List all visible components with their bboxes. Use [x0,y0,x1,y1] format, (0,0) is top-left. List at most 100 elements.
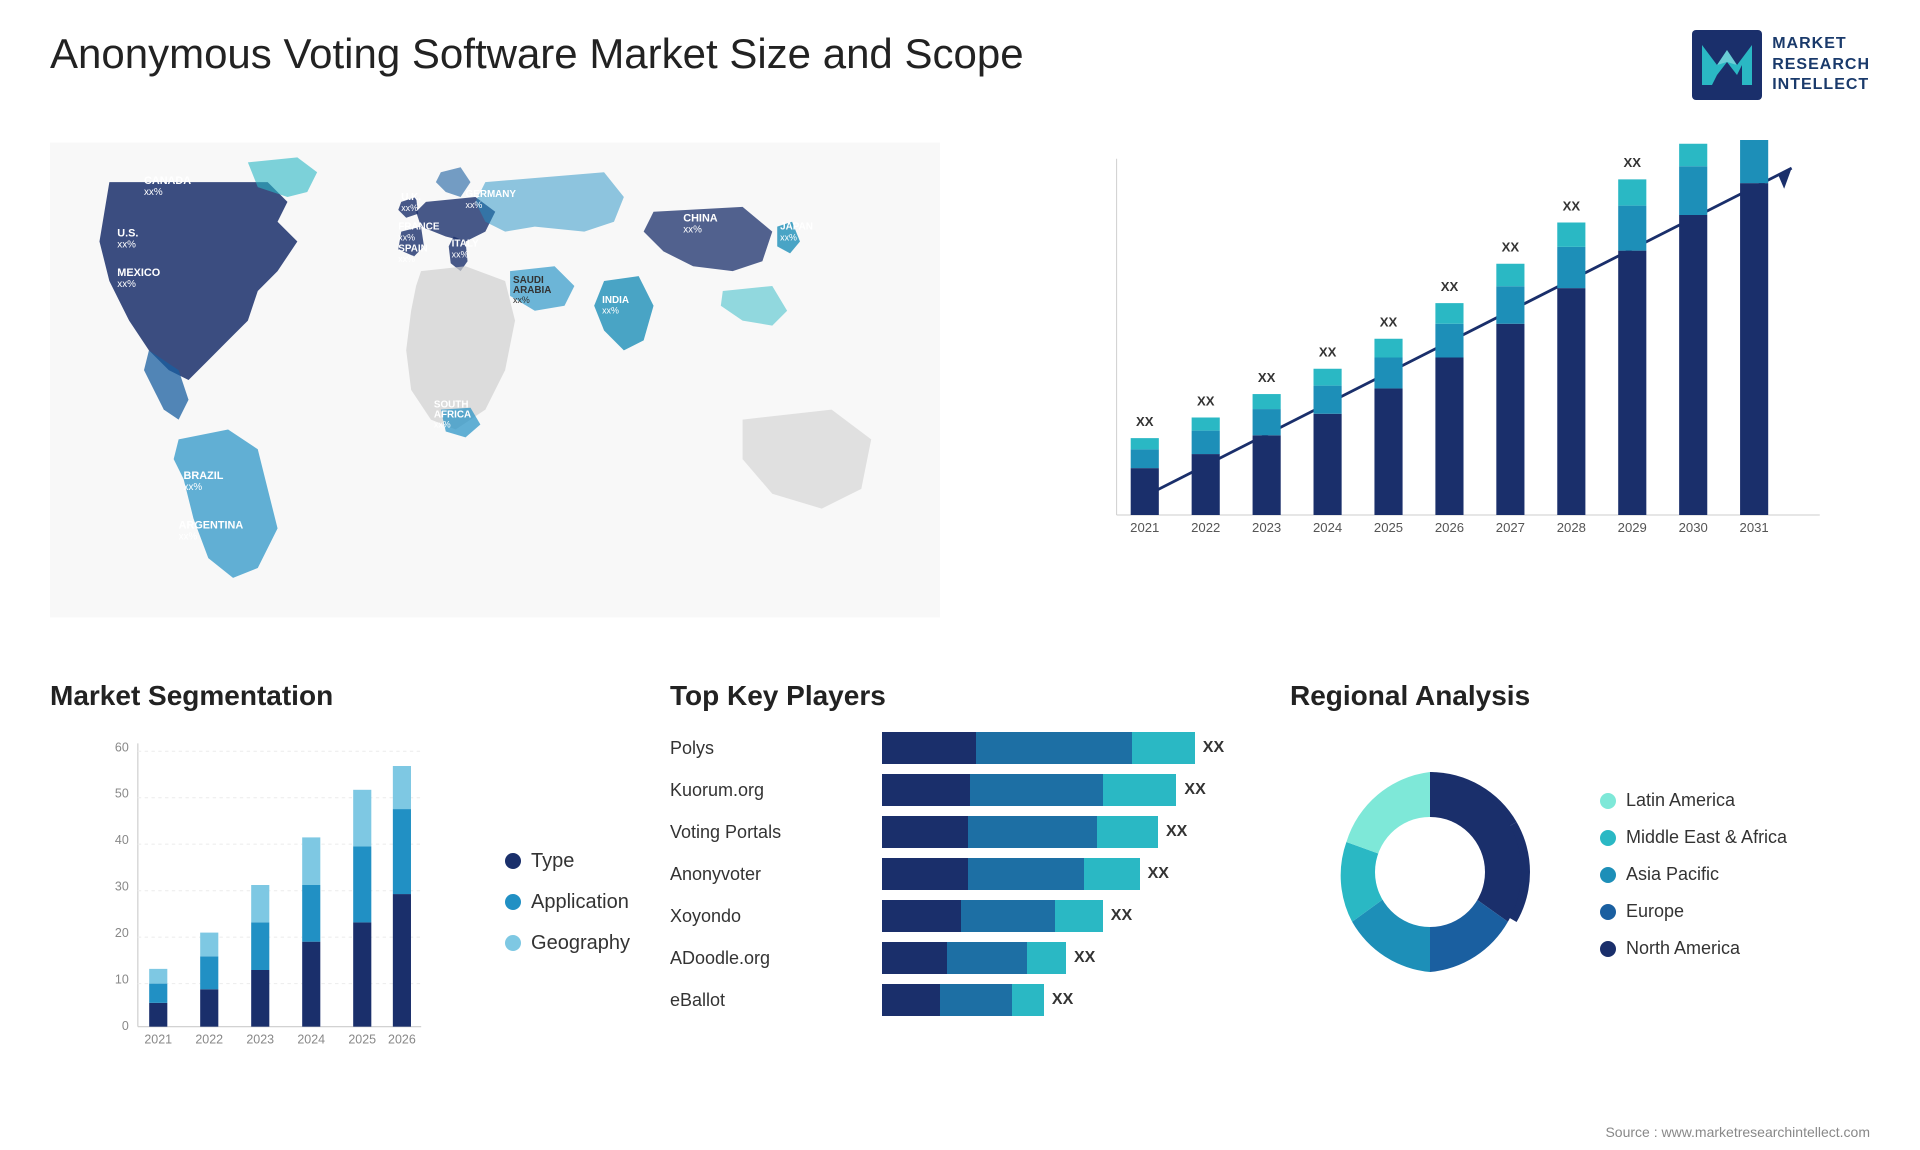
bar-chart-container: XX 2021 XX 2022 XX 2023 XX 2024 [980,120,1870,640]
svg-text:XX: XX [1258,370,1276,385]
player-bar-wrap-xoyondo: XX [882,900,1250,932]
player-row-adoodle: ADoodle.org XX [670,942,1250,974]
svg-text:SPAIN: SPAIN [398,243,427,254]
svg-text:30: 30 [115,880,129,894]
svg-text:2025: 2025 [348,1033,376,1047]
label-middle-east: Middle East & Africa [1626,827,1787,848]
player-xx-adoodle: XX [1074,949,1095,967]
svg-text:xx%: xx% [452,249,469,259]
segmentation-chart: 0 10 20 30 40 50 60 [50,732,475,1072]
svg-text:XX: XX [1380,315,1398,330]
regional-legend-asia-pacific: Asia Pacific [1600,864,1787,885]
logo-icon [1692,30,1762,100]
player-bar-wrap-eballot: XX [882,984,1250,1016]
regional-panel: Regional Analysis [1290,680,1870,1120]
regional-title: Regional Analysis [1290,680,1870,712]
player-name-adoodle: ADoodle.org [670,948,870,969]
player-row-eballot: eBallot XX [670,984,1250,1016]
segmentation-panel: Market Segmentation 0 10 20 30 40 50 [50,680,630,1120]
player-row-voting-portals: Voting Portals XX [670,816,1250,848]
legend-label-geography: Geography [531,932,630,955]
svg-text:FRANCE: FRANCE [398,222,440,233]
svg-text:xx%: xx% [398,254,415,264]
svg-text:xx%: xx% [401,203,418,213]
svg-text:GERMANY: GERMANY [466,189,517,200]
svg-text:xx%: xx% [513,295,530,305]
svg-text:2022: 2022 [195,1033,223,1047]
svg-text:0: 0 [122,1019,129,1033]
player-xx-eballot: XX [1052,991,1073,1009]
svg-text:MEXICO: MEXICO [117,267,160,279]
svg-text:U.K.: U.K. [401,192,421,203]
player-name-voting-portals: Voting Portals [670,822,870,843]
regional-legend-europe: Europe [1600,901,1787,922]
svg-text:2027: 2027 [1496,520,1525,535]
svg-text:2026: 2026 [388,1033,416,1047]
player-row-kuorum: Kuorum.org XX [670,774,1250,806]
svg-text:xx%: xx% [602,306,619,316]
svg-text:50: 50 [115,787,129,801]
map-container: CANADA xx% U.S. xx% MEXICO xx% BRAZIL xx… [50,120,940,640]
player-bar-wrap-kuorum: XX [882,774,1250,806]
svg-text:CHINA: CHINA [683,213,718,225]
player-xx-kuorum: XX [1184,781,1205,799]
label-north-america: North America [1626,938,1740,959]
svg-text:2023: 2023 [1253,520,1282,535]
svg-text:xx%: xx% [434,419,451,429]
bottom-section: Market Segmentation 0 10 20 30 40 50 [50,680,1870,1120]
svg-text:JAPAN: JAPAN [780,222,813,233]
svg-text:2028: 2028 [1557,520,1586,535]
regional-legend: Latin America Middle East & Africa Asia … [1600,790,1787,959]
svg-text:ARGENTINA: ARGENTINA [179,519,244,531]
player-name-xoyondo: Xoyondo [670,906,870,927]
svg-text:2021: 2021 [144,1033,172,1047]
legend-type: Type [505,850,630,873]
svg-text:40: 40 [115,833,129,847]
svg-text:xx%: xx% [117,279,136,290]
dot-europe [1600,904,1616,920]
regional-legend-middle-east: Middle East & Africa [1600,827,1787,848]
dot-asia-pacific [1600,867,1616,883]
player-bar-wrap-adoodle: XX [882,942,1250,974]
legend-dot-type [505,853,521,869]
svg-text:xx%: xx% [144,187,163,198]
svg-text:xx%: xx% [117,239,136,250]
svg-text:10: 10 [115,973,129,987]
player-name-kuorum: Kuorum.org [670,780,870,801]
svg-text:2030: 2030 [1679,520,1708,535]
svg-text:XX: XX [1319,345,1337,360]
svg-text:2029: 2029 [1618,520,1647,535]
player-xx-polys: XX [1203,739,1224,757]
svg-text:ITALY: ITALY [452,238,479,249]
regional-legend-latin-america: Latin America [1600,790,1787,811]
page: Anonymous Voting Software Market Size an… [0,0,1920,1150]
regional-legend-north-america: North America [1600,938,1787,959]
svg-text:2024: 2024 [297,1033,325,1047]
pie-chart [1290,732,1570,1017]
source-text: Source : www.marketresearchintellect.com [1605,1124,1870,1140]
svg-text:XX: XX [1136,414,1154,429]
players-panel: Top Key Players Polys XX Kuorum. [670,680,1250,1120]
svg-text:60: 60 [115,740,129,754]
svg-text:XX: XX [1563,198,1581,213]
player-bar-wrap-polys: XX [882,732,1250,764]
svg-text:xx%: xx% [179,531,198,542]
label-latin-america: Latin America [1626,790,1735,811]
player-bar-wrap-voting-portals: XX [882,816,1250,848]
world-map-svg: CANADA xx% U.S. xx% MEXICO xx% BRAZIL xx… [50,120,940,640]
logo: MARKET RESEARCH INTELLECT [1692,30,1870,100]
dot-latin-america [1600,793,1616,809]
legend-label-application: Application [531,891,629,914]
players-title: Top Key Players [670,680,1250,712]
segmentation-legend: Type Application Geography [505,732,630,1072]
svg-text:XX: XX [1441,279,1459,294]
player-bar-wrap-anonyvoter: XX [882,858,1250,890]
player-name-eballot: eBallot [670,990,870,1011]
svg-text:xx%: xx% [184,482,203,493]
svg-text:2022: 2022 [1192,520,1221,535]
svg-text:xx%: xx% [683,225,702,236]
player-name-polys: Polys [670,738,870,759]
label-asia-pacific: Asia Pacific [1626,864,1719,885]
svg-text:XX: XX [1502,240,1520,255]
svg-text:XX: XX [1624,155,1642,170]
